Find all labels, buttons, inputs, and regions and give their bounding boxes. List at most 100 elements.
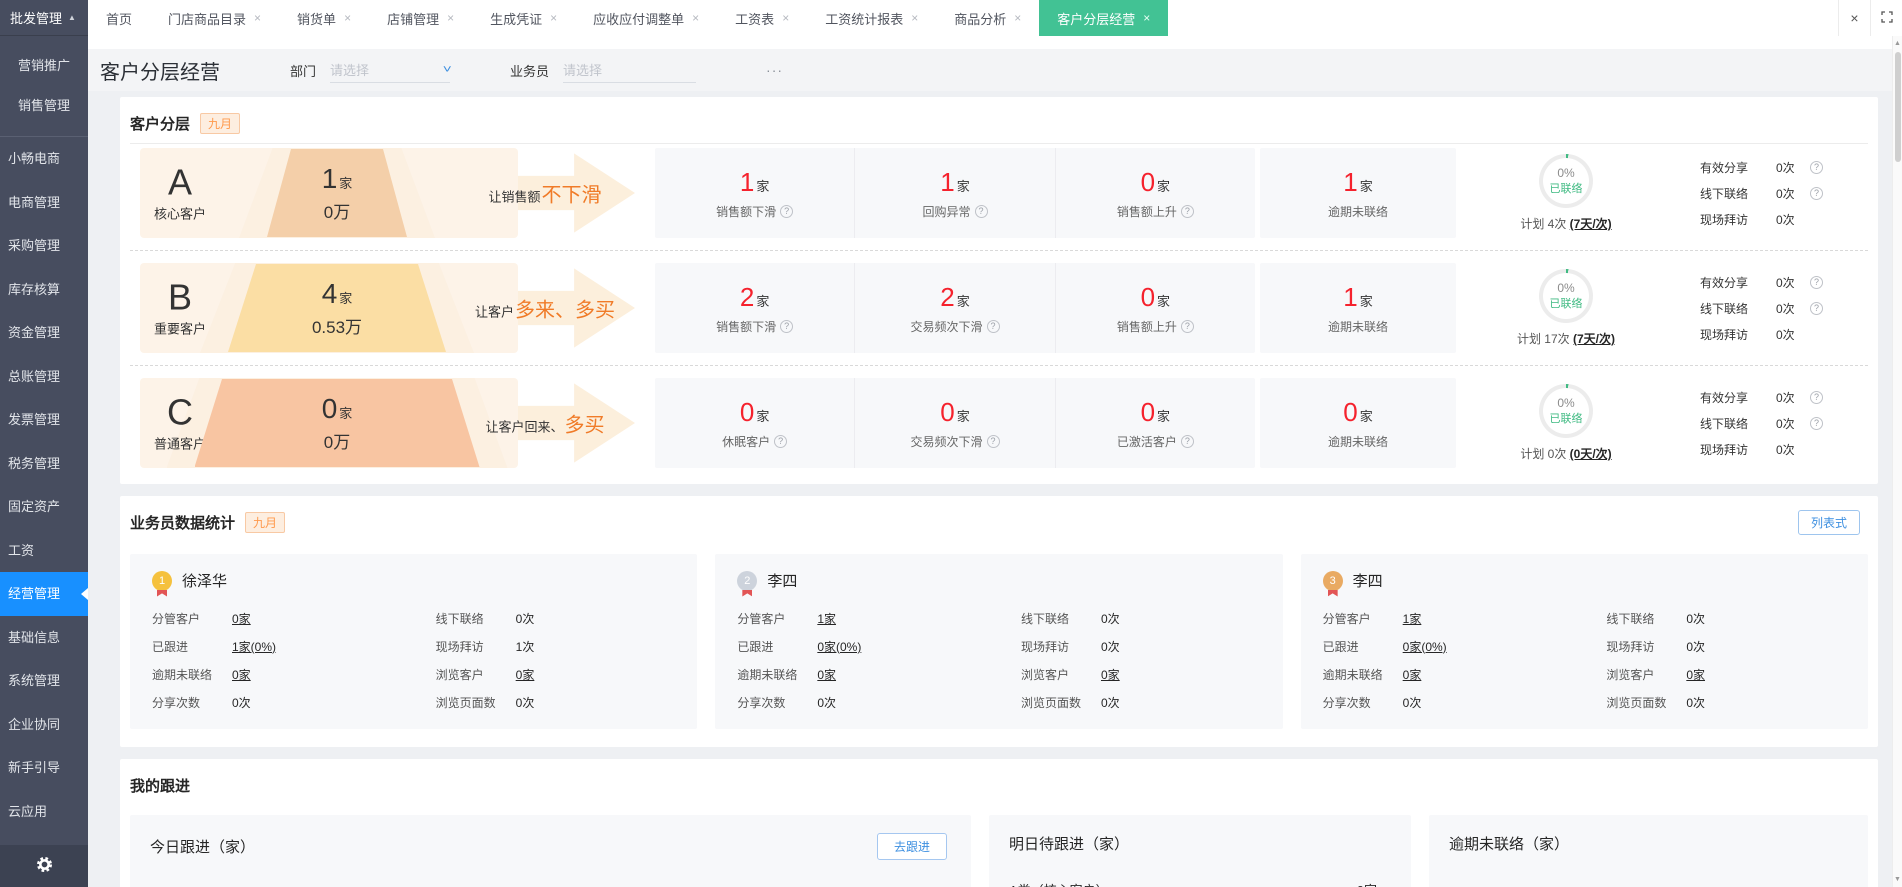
tab[interactable]: 门店商品目录 × bbox=[150, 0, 279, 36]
help-icon[interactable]: ? bbox=[1810, 301, 1823, 315]
scroll-up-icon[interactable]: ▲ bbox=[1893, 40, 1902, 47]
stat-label-text: 销售额下滑 bbox=[716, 204, 777, 219]
help-icon[interactable]: ? bbox=[1810, 160, 1823, 174]
salesperson-name: 徐泽华 bbox=[182, 573, 228, 590]
help-icon[interactable]: ? bbox=[1810, 275, 1823, 289]
go-followup-button[interactable]: 去跟进 bbox=[876, 833, 947, 860]
stat-value: 0 bbox=[940, 396, 955, 427]
sidebar-item[interactable]: 经营管理 bbox=[0, 572, 88, 616]
salesperson-name: 李四 bbox=[767, 573, 798, 590]
tab[interactable]: 首页 bbox=[88, 0, 150, 36]
department-select[interactable]: 请选择 ˅ bbox=[330, 57, 451, 83]
sidebar-item[interactable]: 发票管理 bbox=[0, 398, 88, 442]
salesperson-card: 2 李四 分管客户 1家 线下联络 0次 已跟进 0家(0%) 现场拜访 0次 逾期未联络 0家 浏览客… bbox=[715, 554, 1283, 729]
help-icon[interactable]: ? bbox=[974, 204, 988, 218]
salesperson-stat-value[interactable]: 0家(0%) bbox=[817, 638, 861, 655]
vertical-scrollbar[interactable]: ▲ ▼ bbox=[1892, 36, 1902, 887]
sidebar-item[interactable]: 库存核算 bbox=[0, 268, 88, 312]
tab[interactable]: 工资统计报表 × bbox=[807, 0, 936, 36]
sidebar-item[interactable]: 资金管理 bbox=[0, 311, 88, 355]
salesperson-stat: 线下联络 0次 bbox=[1584, 607, 1868, 629]
salesperson-stat-value[interactable]: 1家(0%) bbox=[232, 638, 276, 655]
help-icon[interactable]: ? bbox=[1180, 204, 1194, 218]
help-icon[interactable]: ? bbox=[1180, 319, 1194, 333]
more-filters-icon[interactable]: ··· bbox=[766, 62, 783, 78]
sidebar-sub-item[interactable]: 销售管理 bbox=[0, 86, 88, 126]
salesperson-stat-value[interactable]: 0家(0%) bbox=[1403, 638, 1447, 655]
salesperson-stat: 分享次数 0次 bbox=[1301, 691, 1585, 713]
tab[interactable]: 生成凭证 × bbox=[472, 0, 575, 36]
help-icon[interactable]: ? bbox=[986, 434, 1000, 448]
tier-row: C 普通客户 0 家 0万 让客户回来、多买 0 家休眠客户? 0 家交易频次下滑? 0 家已激活客户… bbox=[130, 378, 1868, 468]
tab[interactable]: 工资表 × bbox=[717, 0, 807, 36]
help-icon[interactable]: ? bbox=[1810, 416, 1823, 430]
gauge-plan-link[interactable]: (0天/次) bbox=[1570, 447, 1612, 461]
salesperson-stat: 浏览客户 0家 bbox=[414, 663, 698, 685]
salesperson-stat-value[interactable]: 1家 bbox=[817, 610, 836, 627]
tab[interactable]: 店铺管理 × bbox=[369, 0, 472, 36]
tab-close-icon[interactable]: × bbox=[344, 11, 351, 25]
salesperson-stat: 浏览页面数 0次 bbox=[999, 691, 1283, 713]
sidebar-sub-item[interactable]: 营销推广 bbox=[0, 46, 88, 86]
help-icon[interactable]: ? bbox=[780, 204, 794, 218]
stat: 1 家销售额下滑? bbox=[655, 148, 854, 238]
tab[interactable]: 商品分析 × bbox=[936, 0, 1039, 36]
salesperson-stat-value[interactable]: 0家 bbox=[1101, 666, 1120, 683]
sidebar-item[interactable]: 税务管理 bbox=[0, 442, 88, 486]
gauge-plan-link[interactable]: (7天/次) bbox=[1573, 332, 1615, 346]
help-icon[interactable]: ? bbox=[1810, 186, 1823, 200]
sidebar-item[interactable]: 工资 bbox=[0, 529, 88, 573]
sidebar-item[interactable]: 固定资产 bbox=[0, 485, 88, 529]
close-all-tabs-button[interactable]: × bbox=[1838, 0, 1870, 36]
tab-close-icon[interactable]: × bbox=[254, 11, 261, 25]
help-icon[interactable]: ? bbox=[1810, 390, 1823, 404]
help-icon[interactable]: ? bbox=[774, 434, 788, 448]
tab[interactable]: 应收应付调整单 × bbox=[575, 0, 717, 36]
fullscreen-button[interactable] bbox=[1870, 0, 1902, 36]
salesperson-stat-value[interactable]: 0家 bbox=[232, 610, 251, 627]
scrollbar-thumb[interactable] bbox=[1895, 52, 1901, 162]
help-icon[interactable]: ? bbox=[780, 319, 794, 333]
sidebar-item[interactable]: 电商管理 bbox=[0, 181, 88, 225]
salesperson-stat: 逾期未联络 0家 bbox=[1301, 663, 1585, 685]
help-icon[interactable]: ? bbox=[1180, 434, 1194, 448]
sidebar-item[interactable]: 总账管理 bbox=[0, 355, 88, 399]
sidebar: 批发管理 ▲ 营销推广 销售管理 小畅电商 电商管理 采购管理 库存核算 资金管理 总账管理… bbox=[0, 0, 88, 887]
sidebar-item[interactable]: 新手引导 bbox=[0, 746, 88, 790]
salesperson-stat-value[interactable]: 0家 bbox=[516, 666, 535, 683]
salesperson-stat-value[interactable]: 1家 bbox=[1403, 610, 1422, 627]
sidebar-settings-button[interactable] bbox=[0, 845, 88, 887]
tab-close-icon[interactable]: × bbox=[550, 11, 557, 25]
sidebar-item[interactable]: 系统管理 bbox=[0, 659, 88, 703]
salesperson-stat-value[interactable]: 0家 bbox=[232, 666, 251, 683]
salesperson-stat-value[interactable]: 0家 bbox=[1686, 666, 1705, 683]
tab-close-icon[interactable]: × bbox=[1014, 11, 1021, 25]
gauge-plan-link[interactable]: (7天/次) bbox=[1570, 217, 1612, 231]
list-view-button[interactable]: 列表式 bbox=[1797, 509, 1860, 535]
salesperson-select[interactable]: 请选择 bbox=[563, 57, 697, 83]
tier-name: 核心客户 bbox=[153, 206, 206, 222]
salesperson-stat-label: 分管客户 bbox=[152, 611, 201, 626]
stat-unit: 家 bbox=[1157, 178, 1171, 194]
stat-value: 0 bbox=[1140, 396, 1156, 427]
stat-unit: 家 bbox=[756, 178, 770, 194]
sidebar-item[interactable]: 采购管理 bbox=[0, 224, 88, 268]
tab-close-icon[interactable]: × bbox=[692, 11, 699, 25]
salesperson-stat-value[interactable]: 0家 bbox=[817, 666, 836, 683]
tab[interactable]: 客户分层经营 × bbox=[1039, 0, 1169, 36]
tab-close-icon[interactable]: × bbox=[782, 11, 789, 25]
contact-gauge-zone: 0% 已联络 计划 4次 (7天/次) bbox=[1456, 148, 1676, 238]
sidebar-group-header[interactable]: 批发管理 ▲ bbox=[0, 0, 88, 36]
sidebar-item[interactable]: 基础信息 bbox=[0, 616, 88, 660]
scroll-down-icon[interactable]: ▼ bbox=[1893, 876, 1902, 883]
tab-close-icon[interactable]: × bbox=[447, 11, 454, 25]
sidebar-item[interactable]: 小畅电商 bbox=[0, 137, 88, 181]
tab-close-icon[interactable]: × bbox=[911, 11, 918, 25]
salesperson-stat-value[interactable]: 0家 bbox=[1403, 666, 1422, 683]
sidebar-item[interactable]: 企业协同 bbox=[0, 703, 88, 747]
sidebar-item[interactable]: 云应用 bbox=[0, 790, 88, 834]
tab-close-icon[interactable]: × bbox=[1143, 11, 1150, 25]
help-icon[interactable]: ? bbox=[986, 319, 1000, 333]
tab[interactable]: 销货单 × bbox=[279, 0, 369, 36]
contact-gauge: 0% 已联络 bbox=[1539, 384, 1593, 438]
